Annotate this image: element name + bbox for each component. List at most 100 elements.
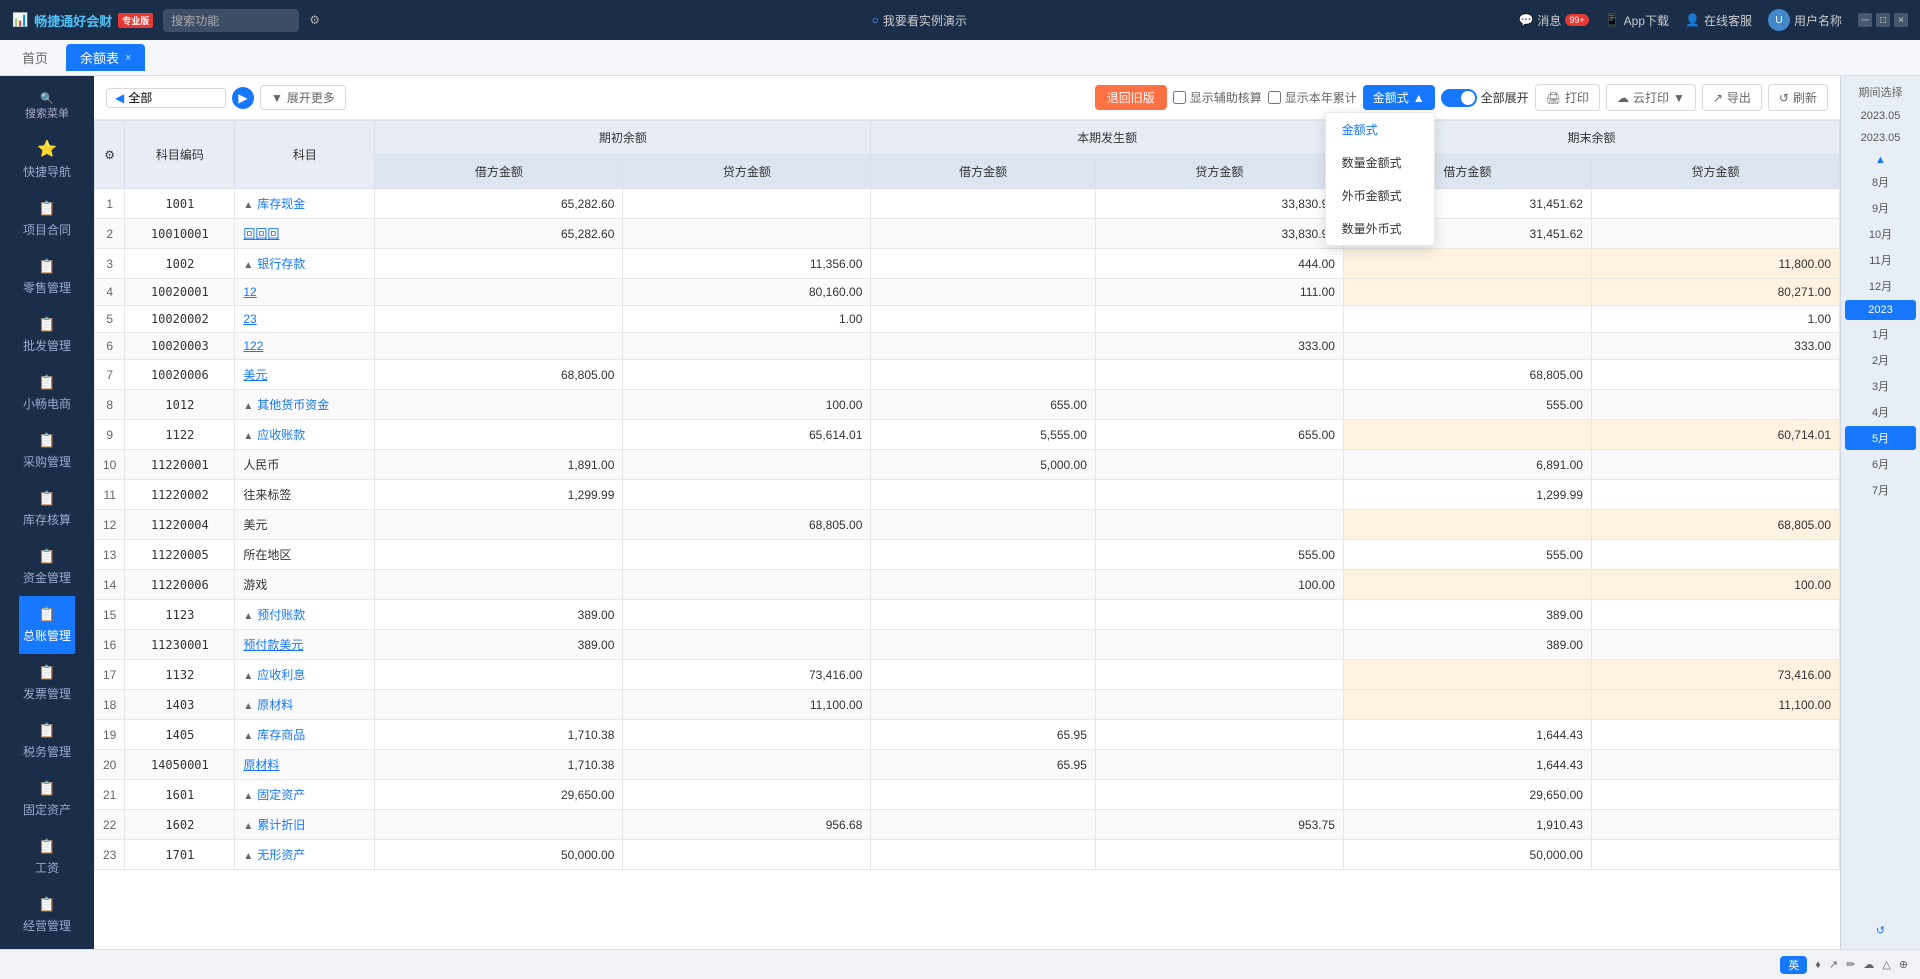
account-sub-link[interactable]: 23	[243, 312, 256, 326]
collapse-icon: ▲	[243, 701, 253, 712]
period-year-2023-2[interactable]: 2023.05	[1845, 128, 1916, 148]
format-option-qty_foreign[interactable]: 数量外币式	[1326, 212, 1434, 245]
expand-all-toggle[interactable]: 全部展开	[1441, 89, 1529, 107]
account-name-text: 往来标签	[243, 488, 291, 502]
format-option-foreign_amount[interactable]: 外币金额式	[1326, 179, 1434, 212]
period-down-arrow[interactable]: ↺	[1845, 924, 1916, 937]
export-btn[interactable]: ↗ 导出	[1702, 84, 1762, 111]
period-month-7月[interactable]: 7月	[1845, 478, 1916, 502]
ob-credit-cell	[623, 570, 871, 600]
tab-balance[interactable]: 余额表 ×	[66, 44, 145, 71]
cd-credit-cell	[1095, 750, 1343, 780]
period-month-9月[interactable]: 9月	[1845, 196, 1916, 220]
settings-icon[interactable]: ⚙	[309, 13, 320, 27]
expand-more-btn[interactable]: ▼ 展开更多	[260, 85, 346, 110]
account-sub-link[interactable]: 12	[243, 285, 256, 299]
sidebar-item-purchase[interactable]: 📋采购管理	[19, 422, 75, 480]
message-btn[interactable]: 💬 消息 99+	[1518, 12, 1588, 29]
sidebar-item-quicknav[interactable]: ⭐ 快捷导航	[0, 129, 94, 190]
status-icon-3[interactable]: ✏	[1846, 958, 1855, 971]
period-month-12月[interactable]: 12月	[1845, 274, 1916, 298]
cb-credit-cell	[1591, 540, 1839, 570]
period-up-arrow[interactable]: ▲	[1845, 154, 1916, 166]
period-month-11月[interactable]: 11月	[1845, 248, 1916, 272]
period-month-5月[interactable]: 5月	[1845, 426, 1916, 450]
maximize-btn[interactable]: □	[1876, 13, 1890, 27]
sidebar-item-inventory[interactable]: 📋库存核算	[19, 480, 75, 538]
cloud-print-btn[interactable]: ☁ 云打印 ▼	[1606, 84, 1696, 111]
period-month-8月[interactable]: 8月	[1845, 170, 1916, 194]
sidebar-item-ecommerce[interactable]: 📋小畅电商	[19, 364, 75, 422]
account-name-link[interactable]: 原材料	[257, 698, 293, 712]
period-month-6月[interactable]: 6月	[1845, 452, 1916, 476]
sidebar-item-capital[interactable]: 📋资金管理	[19, 538, 75, 596]
tab-home[interactable]: 首页	[8, 44, 62, 71]
print-btn[interactable]: 🖨 打印	[1535, 84, 1600, 111]
column-settings-icon[interactable]: ⚙	[104, 148, 115, 162]
show-annual-checkbox[interactable]: 显示本年累计	[1268, 89, 1357, 106]
account-name-link[interactable]: 库存现金	[257, 197, 305, 211]
account-sub-link[interactable]: 原材料	[243, 758, 279, 772]
period-month-4月[interactable]: 4月	[1845, 400, 1916, 424]
account-name-link[interactable]: 银行存款	[257, 257, 305, 271]
account-name-cell: 预付款美元	[235, 630, 375, 660]
tab-close-icon[interactable]: ×	[125, 52, 131, 64]
period-month-1月[interactable]: 1月	[1845, 322, 1916, 346]
sidebar-item-operations[interactable]: 📋经营管理	[19, 886, 75, 944]
period-month-3月[interactable]: 3月	[1845, 374, 1916, 398]
collapse-icon: ▲	[243, 671, 253, 682]
sidebar-search[interactable]: 🔍 搜索菜单	[0, 84, 94, 129]
format-option-amount[interactable]: 金额式	[1326, 113, 1434, 146]
period-month-2月[interactable]: 2月	[1845, 348, 1916, 372]
account-name-link[interactable]: 其他货币资金	[257, 398, 329, 412]
sidebar-item-project[interactable]: 📋项目合同	[19, 190, 75, 248]
th-settings[interactable]: ⚙	[95, 121, 125, 189]
download-btn[interactable]: 📱 App下载	[1605, 12, 1669, 29]
status-icon-4[interactable]: ☁	[1863, 958, 1874, 971]
status-icon-6[interactable]: ⊕	[1899, 958, 1908, 971]
account-name-link[interactable]: 累计折旧	[257, 818, 305, 832]
account-sub-link[interactable]: 122	[243, 339, 263, 353]
close-btn[interactable]: ×	[1894, 13, 1908, 27]
sidebar-item-retail[interactable]: 📋零售管理	[19, 248, 75, 306]
sidebar-item-payroll[interactable]: 📋工资	[19, 828, 75, 886]
sidebar-item-general[interactable]: 📋总账管理	[19, 596, 75, 654]
nav-forward-btn[interactable]: ▶	[232, 87, 254, 109]
account-name-link[interactable]: 库存商品	[257, 728, 305, 742]
account-name-link[interactable]: 应收账款	[257, 428, 305, 442]
account-name-link[interactable]: 应收利息	[257, 668, 305, 682]
account-sub-link[interactable]: 回回回	[243, 227, 279, 241]
account-sub-link[interactable]: 美元	[243, 368, 267, 382]
return-old-version-btn[interactable]: 退回旧版	[1095, 85, 1167, 110]
service-btn[interactable]: 👤 在线客服	[1685, 12, 1752, 29]
format-option-qty_amount[interactable]: 数量金额式	[1326, 146, 1434, 179]
period-month-10月[interactable]: 10月	[1845, 222, 1916, 246]
period-year-2023-1[interactable]: 2023.05	[1845, 106, 1916, 126]
sidebar-item-assets[interactable]: 📋固定资产	[19, 770, 75, 828]
sidebar-item-wholesale[interactable]: 📋批发管理	[19, 306, 75, 364]
demo-link[interactable]: ○ 我要看实例演示	[872, 12, 967, 29]
status-icon-5[interactable]: △	[1882, 958, 1890, 971]
show-auxiliary-checkbox[interactable]: 显示辅助核算	[1173, 89, 1262, 106]
sidebar-item-invoice[interactable]: 📋发票管理	[19, 654, 75, 712]
main-layout: 🔍 搜索菜单 ⭐ 快捷导航 📋项目合同📋零售管理📋批发管理📋小畅电商📋采购管理📋…	[0, 76, 1920, 949]
account-name-link[interactable]: 无形资产	[257, 848, 305, 862]
account-sub-link[interactable]: 预付款美元	[243, 638, 303, 652]
toggle-control[interactable]	[1441, 89, 1477, 107]
user-info[interactable]: U 用户名称	[1768, 9, 1842, 31]
account-search-box[interactable]: ◀	[106, 88, 226, 108]
period-month-2023[interactable]: 2023	[1845, 300, 1916, 320]
format-dropdown-btn[interactable]: 金额式 ▲	[1363, 85, 1435, 110]
minimize-btn[interactable]: ─	[1858, 13, 1872, 27]
title-search[interactable]: 搜索功能	[163, 9, 299, 32]
status-lang-btn[interactable]: 英	[1780, 956, 1807, 974]
row-num: 8	[95, 390, 125, 420]
account-search-input[interactable]	[128, 91, 208, 105]
account-name-link[interactable]: 固定资产	[257, 788, 305, 802]
account-name-cell: 原材料	[235, 750, 375, 780]
sidebar-item-tax[interactable]: 📋税务管理	[19, 712, 75, 770]
status-icon-2[interactable]: ↗	[1829, 958, 1838, 971]
refresh-btn[interactable]: ↺ 刷新	[1768, 84, 1828, 111]
cd-credit-cell: 33,830.98	[1095, 219, 1343, 249]
account-name-link[interactable]: 预付账款	[257, 608, 305, 622]
